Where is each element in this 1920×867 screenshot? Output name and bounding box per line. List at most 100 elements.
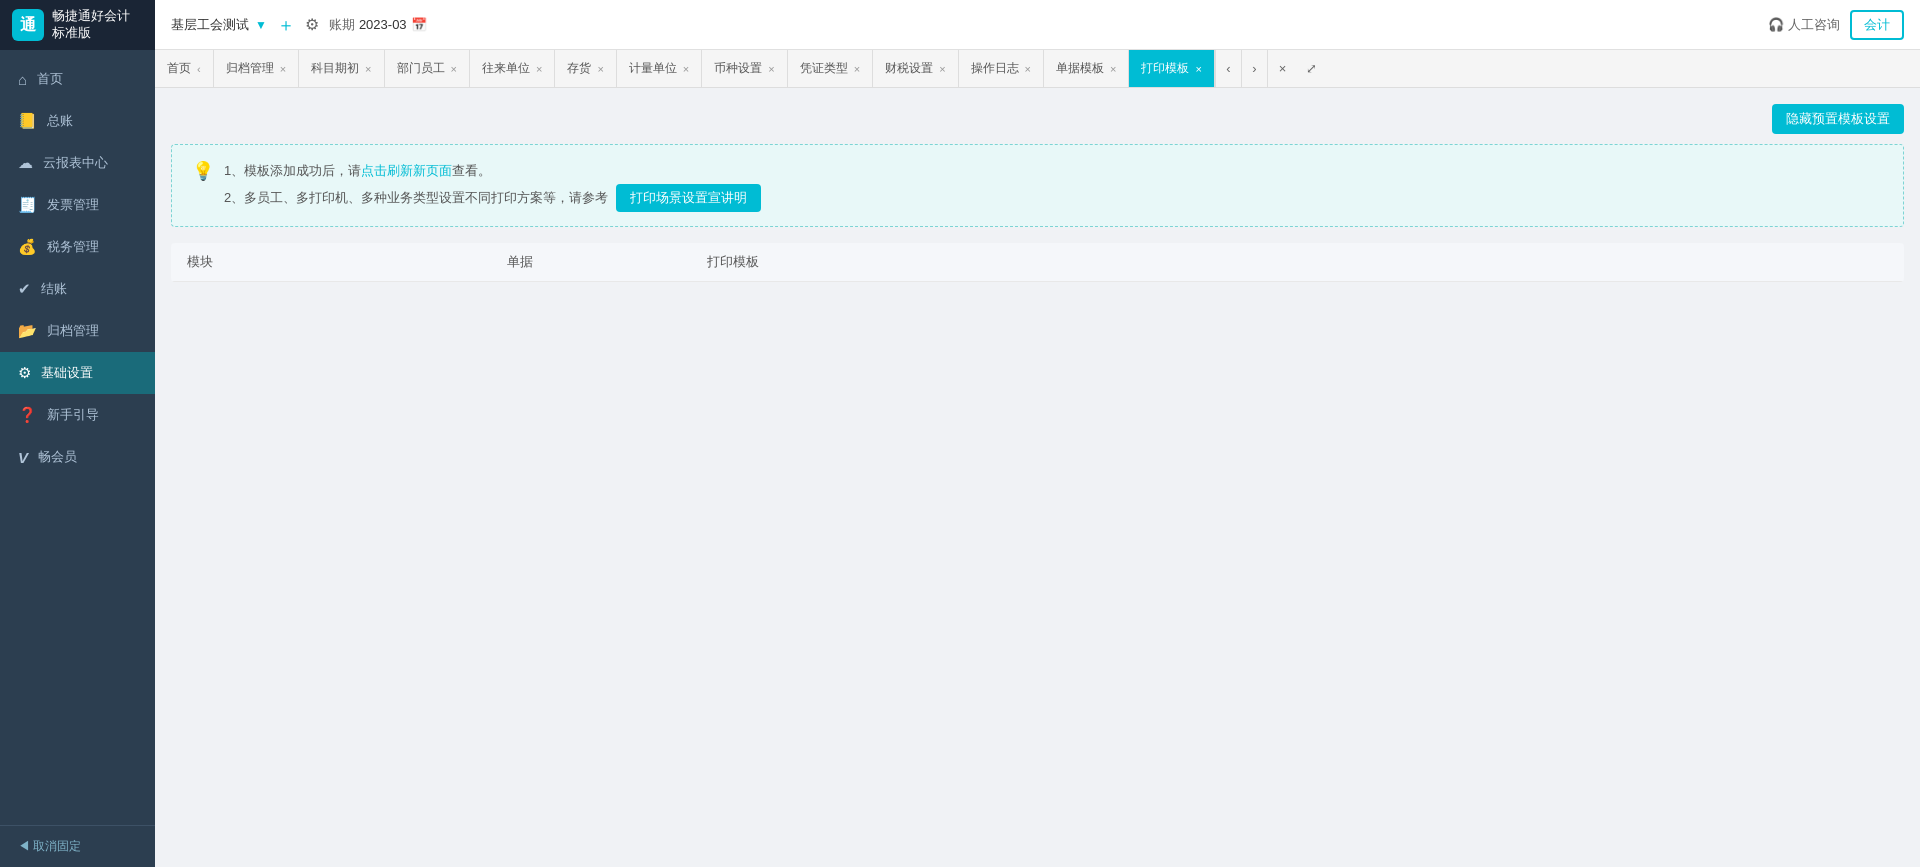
notice-line2: 2、多员工、多打印机、多种业务类型设置不同打印方案等，请参考 打印场景设置宣讲明 <box>224 184 761 212</box>
sidebar-item-label: 总账 <box>47 112 73 130</box>
sidebar-item-reports[interactable]: ☁ 云报表中心 <box>0 142 155 184</box>
sidebar-item-close[interactable]: ✔ 结账 <box>0 268 155 310</box>
sidebar-item-label: 基础设置 <box>41 364 93 382</box>
tabs-close-all[interactable]: × <box>1267 50 1297 88</box>
sidebar-item-home[interactable]: ⌂ 首页 <box>0 58 155 100</box>
tab-currency[interactable]: 币种设置 × <box>702 50 787 88</box>
reports-icon: ☁ <box>18 154 33 172</box>
tab-inventory[interactable]: 存货 × <box>555 50 616 88</box>
sidebar-unpin-button[interactable]: ◀ 取消固定 <box>0 825 155 867</box>
calendar-icon[interactable]: 📅 <box>411 17 427 32</box>
headset-icon: 🎧 <box>1768 17 1784 32</box>
sidebar-item-label: 归档管理 <box>47 322 99 340</box>
tab-archive[interactable]: 归档管理 × <box>214 50 299 88</box>
member-icon: V <box>18 449 28 466</box>
period-label: 账期 <box>329 16 355 34</box>
tab-operation-log[interactable]: 操作日志 × <box>959 50 1044 88</box>
sidebar-item-label: 发票管理 <box>47 196 99 214</box>
unpin-label: ◀ 取消固定 <box>18 838 81 855</box>
notice-line1-suffix: 查看。 <box>452 163 491 178</box>
dropdown-icon: ▼ <box>255 18 267 32</box>
app-name: 畅捷通好会计 <box>52 8 130 25</box>
settings-icon: ⚙ <box>18 364 31 382</box>
archive-icon: 📂 <box>18 322 37 340</box>
tab-close-icon[interactable]: × <box>683 63 689 75</box>
tab-close-icon[interactable]: × <box>597 63 603 75</box>
tabs-expand[interactable]: ⤢ <box>1297 50 1327 88</box>
content-area: 隐藏预置模板设置 💡 1、模板添加成功后，请点击刷新新页面查看。 2、多员工、多… <box>155 88 1920 867</box>
notice-row: 💡 1、模板添加成功后，请点击刷新新页面查看。 2、多员工、多打印机、多种业务类… <box>192 159 1883 212</box>
refresh-link[interactable]: 点击刷新新页面 <box>361 163 452 178</box>
tab-label: 归档管理 <box>226 60 274 77</box>
sidebar-logo: 通 畅捷通好会计 标准版 <box>0 0 155 50</box>
print-scene-button[interactable]: 打印场景设置宣讲明 <box>616 184 761 212</box>
tab-close-icon[interactable]: × <box>768 63 774 75</box>
tab-close-icon[interactable]: × <box>1110 63 1116 75</box>
tab-close-icon[interactable]: × <box>451 63 457 75</box>
tab-close-icon[interactable]: × <box>280 63 286 75</box>
tabs-bar: 首页 ‹ 归档管理 × 科目期初 × 部门员工 × 往来单位 × 存货 × 计量… <box>155 50 1920 88</box>
sidebar-item-label: 畅会员 <box>38 448 77 466</box>
ledger-icon: 📒 <box>18 112 37 130</box>
tab-label: 往来单位 <box>482 60 530 77</box>
tab-label: 存货 <box>567 60 591 77</box>
sidebar-item-label: 首页 <box>37 70 63 88</box>
notice-content: 1、模板添加成功后，请点击刷新新页面查看。 2、多员工、多打印机、多种业务类型设… <box>224 159 761 212</box>
table-header-document: 单据 <box>491 253 691 271</box>
tab-label: 计量单位 <box>629 60 677 77</box>
company-name: 基层工会测试 <box>171 16 249 34</box>
close-ledger-icon: ✔ <box>18 280 31 298</box>
table-header-template: 打印模板 <box>691 253 1904 271</box>
sidebar-item-label: 结账 <box>41 280 67 298</box>
add-company-button[interactable]: ＋ <box>277 13 295 37</box>
app-logo-icon: 通 <box>12 9 44 41</box>
tab-close-icon[interactable]: × <box>536 63 542 75</box>
account-period: 账期 2023-03 📅 <box>329 16 427 34</box>
tab-label: 财税设置 <box>885 60 933 77</box>
tab-label: 打印模板 <box>1141 60 1189 77</box>
sidebar-item-guide[interactable]: ❓ 新手引导 <box>0 394 155 436</box>
home-icon: ⌂ <box>18 71 27 88</box>
sidebar-item-label: 新手引导 <box>47 406 99 424</box>
tab-counterparty[interactable]: 往来单位 × <box>470 50 555 88</box>
sidebar-item-label: 税务管理 <box>47 238 99 256</box>
sidebar-item-settings[interactable]: ⚙ 基础设置 <box>0 352 155 394</box>
tabs-nav-next[interactable]: › <box>1241 50 1267 88</box>
tab-label: 首页 <box>167 60 191 77</box>
tab-label: 币种设置 <box>714 60 762 77</box>
tabs-nav-prev[interactable]: ‹ <box>1215 50 1241 88</box>
customer-service-button[interactable]: 🎧 人工咨询 <box>1768 16 1840 34</box>
tab-close-icon[interactable]: × <box>1195 63 1201 75</box>
tab-voucher-type[interactable]: 凭证类型 × <box>788 50 873 88</box>
sidebar-nav: ⌂ 首页 📒 总账 ☁ 云报表中心 🧾 发票管理 💰 税务管理 ✔ 结账 📂 归… <box>0 50 155 825</box>
sidebar-item-tax[interactable]: 💰 税务管理 <box>0 226 155 268</box>
tab-home[interactable]: 首页 ‹ <box>155 50 214 88</box>
tab-label: 部门员工 <box>397 60 445 77</box>
sidebar-item-member[interactable]: V 畅会员 <box>0 436 155 478</box>
hide-template-button[interactable]: 隐藏预置模板设置 <box>1772 104 1904 134</box>
topbar: 基层工会测试 ▼ ＋ ⚙ 账期 2023-03 📅 🎧 人工咨询 会计 <box>155 0 1920 50</box>
tab-label: 单据模板 <box>1056 60 1104 77</box>
sidebar-item-invoice[interactable]: 🧾 发票管理 <box>0 184 155 226</box>
tab-close-icon[interactable]: × <box>1025 63 1031 75</box>
tab-doc-template[interactable]: 单据模板 × <box>1044 50 1129 88</box>
tab-departments[interactable]: 部门员工 × <box>385 50 470 88</box>
guide-icon: ❓ <box>18 406 37 424</box>
company-settings-icon[interactable]: ⚙ <box>305 15 319 34</box>
tab-units[interactable]: 计量单位 × <box>617 50 702 88</box>
content-header: 隐藏预置模板设置 <box>171 104 1904 134</box>
invoice-icon: 🧾 <box>18 196 37 214</box>
tab-tax-settings[interactable]: 财税设置 × <box>873 50 958 88</box>
app-version: 标准版 <box>52 25 130 42</box>
tab-close-icon[interactable]: × <box>365 63 371 75</box>
tab-nav-icon: ‹ <box>197 63 201 75</box>
sidebar-item-ledger[interactable]: 📒 总账 <box>0 100 155 142</box>
notice-line1: 1、模板添加成功后，请点击刷新新页面查看。 <box>224 159 761 184</box>
tab-print-template[interactable]: 打印模板 × <box>1129 50 1214 88</box>
sidebar-item-archive[interactable]: 📂 归档管理 <box>0 310 155 352</box>
tab-subjects[interactable]: 科目期初 × <box>299 50 384 88</box>
tab-close-icon[interactable]: × <box>854 63 860 75</box>
tab-close-icon[interactable]: × <box>939 63 945 75</box>
kuaiji-button[interactable]: 会计 <box>1850 10 1904 40</box>
company-selector[interactable]: 基层工会测试 ▼ <box>171 16 267 34</box>
